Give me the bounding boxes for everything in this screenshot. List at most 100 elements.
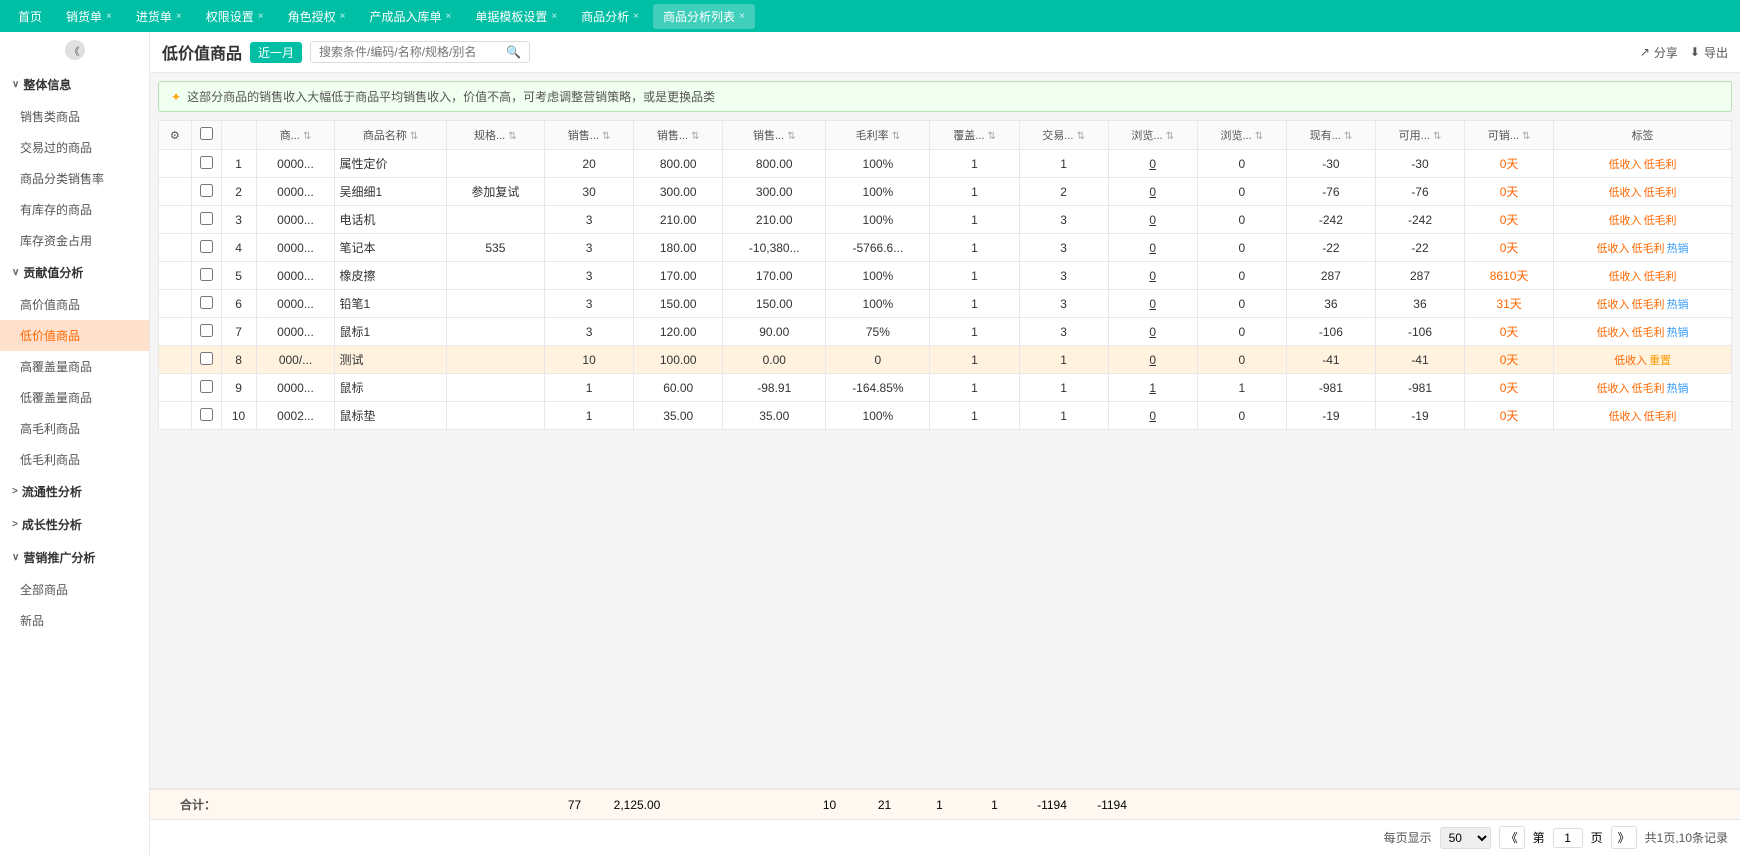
th-browse1[interactable]: 浏览... ⇅ <box>1108 121 1197 150</box>
sidebar-item-new-goods[interactable]: 新品 <box>0 605 149 636</box>
td-checkbox[interactable] <box>191 374 221 402</box>
page-size-select[interactable]: 50 100 200 <box>1440 827 1491 849</box>
nav-product-analysis-list[interactable]: 商品分析列表 × <box>653 4 755 29</box>
th-available[interactable]: 可用... ⇅ <box>1375 121 1464 150</box>
browse-link[interactable]: 0 <box>1149 157 1156 171</box>
sidebar-item-traded-goods[interactable]: 交易过的商品 <box>0 132 149 163</box>
nav-sales[interactable]: 销货单 × <box>56 4 122 29</box>
td-browse1[interactable]: 0 <box>1108 290 1197 318</box>
td-checkbox[interactable] <box>191 402 221 430</box>
td-browse1[interactable]: 0 <box>1108 402 1197 430</box>
sidebar-item-high-value[interactable]: 高价值商品 <box>0 289 149 320</box>
row-checkbox[interactable] <box>200 408 213 421</box>
row-checkbox[interactable] <box>200 268 213 281</box>
nav-close-product-in[interactable]: × <box>445 11 451 22</box>
td-browse1[interactable]: 0 <box>1108 234 1197 262</box>
browse-link[interactable]: 0 <box>1149 241 1156 255</box>
filter-tag[interactable]: 近一月 <box>250 42 302 63</box>
th-code[interactable]: 商... ⇅ <box>256 121 335 150</box>
nav-close-product-analysis[interactable]: × <box>633 11 639 22</box>
sidebar-item-high-margin[interactable]: 高毛利商品 <box>0 413 149 444</box>
row-checkbox[interactable] <box>200 240 213 253</box>
td-browse1[interactable]: 0 <box>1108 262 1197 290</box>
th-sales-amount[interactable]: 销售... ⇅ <box>723 121 826 150</box>
sidebar-item-all-goods[interactable]: 全部商品 <box>0 574 149 605</box>
row-checkbox[interactable] <box>200 324 213 337</box>
search-icon[interactable]: 🔍 <box>506 45 521 59</box>
th-sellable[interactable]: 可销... ⇅ <box>1465 121 1554 150</box>
share-button[interactable]: ↗ 分享 <box>1640 44 1678 61</box>
next-page-btn[interactable]: 》 <box>1611 826 1637 849</box>
nav-permission[interactable]: 权限设置 × <box>196 4 274 29</box>
sidebar-group-growth[interactable]: > 成长性分析 <box>0 508 149 541</box>
td-browse1[interactable]: 1 <box>1108 374 1197 402</box>
export-button[interactable]: ⬇ 导出 <box>1690 44 1728 61</box>
td-checkbox[interactable] <box>191 150 221 178</box>
browse-link[interactable]: 0 <box>1149 325 1156 339</box>
sidebar-item-high-coverage[interactable]: 高覆盖量商品 <box>0 351 149 382</box>
nav-close-role[interactable]: × <box>340 11 346 22</box>
th-coverage[interactable]: 覆盖... ⇅ <box>930 121 1019 150</box>
first-page-btn[interactable]: 《 <box>1499 826 1525 849</box>
select-all-checkbox[interactable] <box>200 127 213 140</box>
search-input[interactable] <box>319 45 502 59</box>
row-checkbox[interactable] <box>200 296 213 309</box>
browse-link[interactable]: 0 <box>1149 269 1156 283</box>
td-checkbox[interactable] <box>191 206 221 234</box>
nav-close-product-analysis-list[interactable]: × <box>739 11 745 22</box>
td-browse1[interactable]: 0 <box>1108 178 1197 206</box>
browse-link[interactable]: 1 <box>1149 381 1156 395</box>
browse-link[interactable]: 0 <box>1149 353 1156 367</box>
sidebar-item-stock-capital[interactable]: 库存资金占用 <box>0 225 149 256</box>
td-checkbox[interactable] <box>191 262 221 290</box>
nav-close-template[interactable]: × <box>551 11 557 22</box>
nav-product-analysis[interactable]: 商品分析 × <box>571 4 649 29</box>
browse-link[interactable]: 0 <box>1149 213 1156 227</box>
nav-close-purchase[interactable]: × <box>176 11 182 22</box>
row-checkbox[interactable] <box>200 184 213 197</box>
sidebar-item-low-coverage[interactable]: 低覆盖量商品 <box>0 382 149 413</box>
td-checkbox[interactable] <box>191 290 221 318</box>
td-checkbox[interactable] <box>191 346 221 374</box>
row-checkbox[interactable] <box>200 156 213 169</box>
nav-template[interactable]: 单据模板设置 × <box>465 4 567 29</box>
nav-close-permission[interactable]: × <box>258 11 264 22</box>
nav-role[interactable]: 角色授权 × <box>278 4 356 29</box>
sidebar-item-stock-goods[interactable]: 有库存的商品 <box>0 194 149 225</box>
sidebar-group-contribution[interactable]: ∨ 贡献值分析 <box>0 256 149 289</box>
th-sales-qty[interactable]: 销售... ⇅ <box>545 121 634 150</box>
th-settings[interactable]: ⚙ <box>159 121 192 150</box>
row-checkbox[interactable] <box>200 352 213 365</box>
th-current-stock[interactable]: 现有... ⇅ <box>1286 121 1375 150</box>
td-checkbox[interactable] <box>191 234 221 262</box>
sidebar-group-liquidity[interactable]: > 流通性分析 <box>0 475 149 508</box>
td-browse1[interactable]: 0 <box>1108 346 1197 374</box>
td-browse1[interactable]: 0 <box>1108 150 1197 178</box>
th-spec[interactable]: 规格... ⇅ <box>446 121 544 150</box>
sidebar-group-marketing[interactable]: ∨ 营销推广分析 <box>0 541 149 574</box>
nav-purchase[interactable]: 进货单 × <box>126 4 192 29</box>
th-browse2[interactable]: 浏览... ⇅ <box>1197 121 1286 150</box>
sidebar-group-overall[interactable]: ∨ 整体信息 <box>0 68 149 101</box>
th-name[interactable]: 商品名称 ⇅ <box>335 121 446 150</box>
sidebar-collapse-btn[interactable]: 《 <box>65 40 85 60</box>
td-browse1[interactable]: 0 <box>1108 318 1197 346</box>
sidebar-item-low-margin[interactable]: 低毛利商品 <box>0 444 149 475</box>
td-checkbox[interactable] <box>191 178 221 206</box>
browse-link[interactable]: 0 <box>1149 297 1156 311</box>
browse-link[interactable]: 0 <box>1149 185 1156 199</box>
td-browse1[interactable]: 0 <box>1108 206 1197 234</box>
th-trade[interactable]: 交易... ⇅ <box>1019 121 1108 150</box>
th-gross-margin[interactable]: 毛利率 ⇅ <box>826 121 930 150</box>
sidebar-item-category-sales-rate[interactable]: 商品分类销售率 <box>0 163 149 194</box>
sidebar-item-low-value[interactable]: 低价值商品 <box>0 320 149 351</box>
sidebar-item-sales-goods[interactable]: 销售类商品 <box>0 101 149 132</box>
td-checkbox[interactable] <box>191 318 221 346</box>
row-checkbox[interactable] <box>200 212 213 225</box>
th-sales-price[interactable]: 销售... ⇅ <box>634 121 723 150</box>
nav-close-sales[interactable]: × <box>106 11 112 22</box>
row-checkbox[interactable] <box>200 380 213 393</box>
nav-home[interactable]: 首页 <box>8 4 52 29</box>
page-input[interactable] <box>1553 828 1583 848</box>
browse-link[interactable]: 0 <box>1149 409 1156 423</box>
